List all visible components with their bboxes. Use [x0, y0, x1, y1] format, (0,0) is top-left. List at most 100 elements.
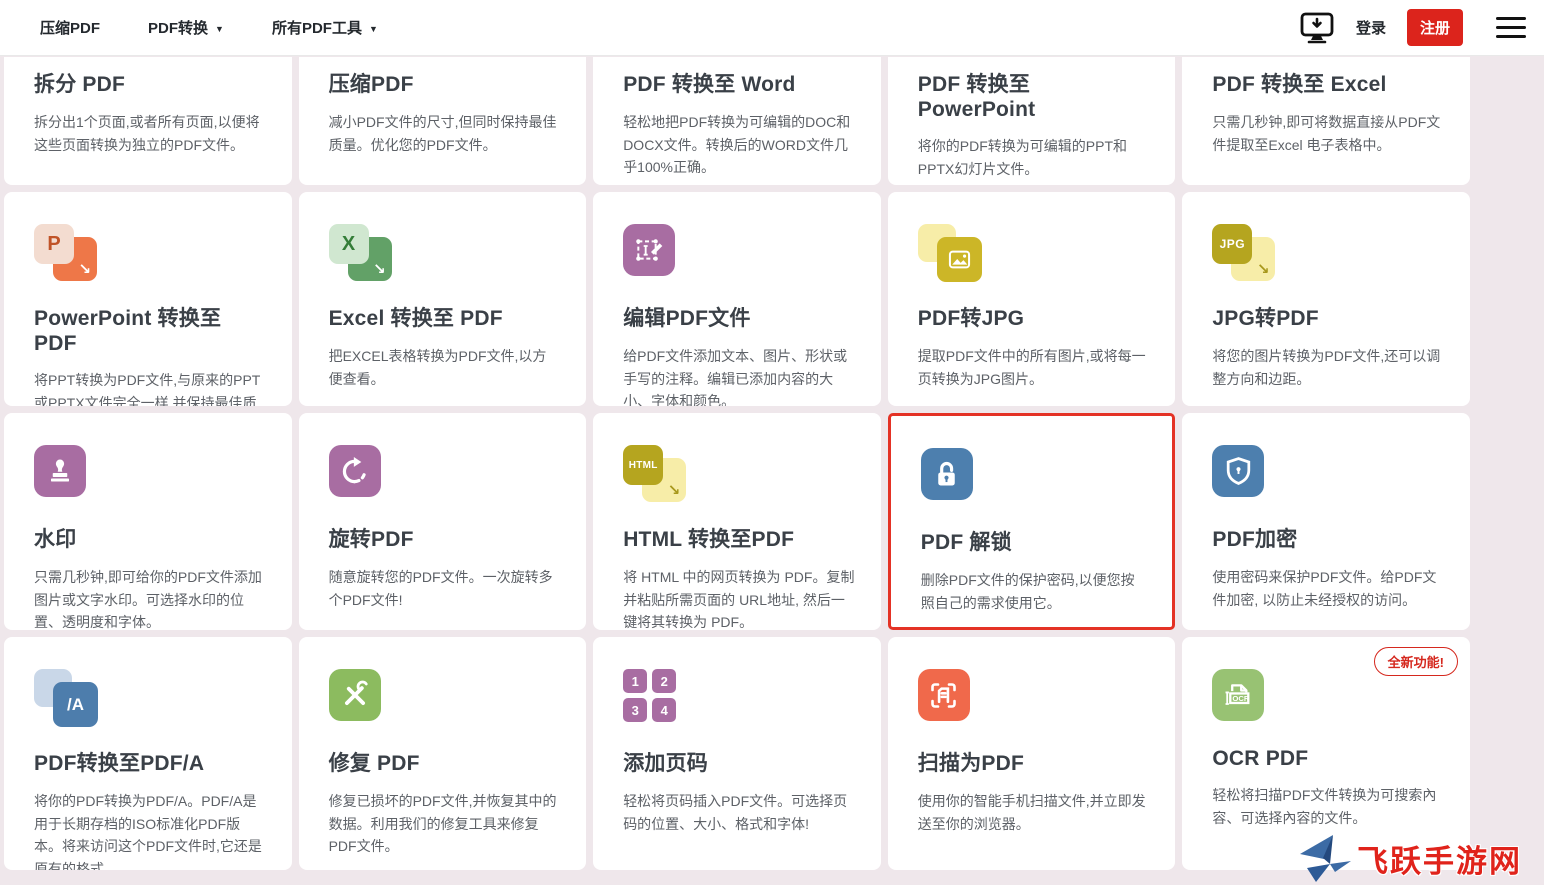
tool-card-rotate-pdf[interactable]: 旋转PDF 随意旋转您的PDF文件。一次旋转多个PDF文件! — [298, 413, 587, 630]
scan-frame-glyph — [931, 682, 957, 708]
tool-description: 轻松将页码插入PDF文件。可选择页码的位置、大小、格式和字体! — [623, 793, 848, 832]
convert-arrow-icon: ↘ — [373, 261, 386, 278]
powerpoint-to-pdf-icon: ↘ P — [34, 224, 266, 282]
tool-title: 水印 — [34, 528, 77, 551]
tool-title: PDF转JPG — [917, 307, 1025, 330]
tool-title: 扫描为PDF — [917, 752, 1024, 775]
jpg-label: JPG — [1212, 224, 1253, 264]
nav-item-compress-pdf[interactable]: 压缩PDF — [40, 17, 100, 38]
tool-title: OCR PDF — [1212, 747, 1309, 770]
protect-pdf-icon — [1212, 445, 1444, 503]
chevron-down-icon: ▼ — [368, 23, 378, 34]
tool-card-unlock-pdf[interactable]: PDF 解锁 删除PDF文件的保护密码,以便您按照自己的需求使用它。 — [887, 413, 1176, 630]
hamburger-menu-icon[interactable] — [1496, 17, 1526, 38]
tool-description: 只需几秒钟,即可将数据直接从PDF文件提取至Excel 电子表格中。 — [1212, 114, 1441, 153]
navbar-links: 压缩PDF PDF转换 ▼ 所有PDF工具 ▼ — [40, 17, 378, 38]
tool-description: 使用你的智能手机扫描文件,并立即发送至你的浏览器。 — [917, 793, 1146, 832]
ocr-pdf-icon: OCR — [1212, 669, 1444, 727]
tools-grid: 拆分 PDF 拆分出1个页面,或者所有页面,以便将这些页面转换为独立的PDF文件… — [4, 57, 1470, 870]
tool-title: 旋转PDF — [328, 528, 414, 551]
tool-description: 将PPT转换为PDF文件,与原来的PPT或PPTX文件完全一样,并保持最佳质量。 — [34, 372, 261, 406]
tool-card-pdf-to-jpg[interactable]: ↘ PDF转JPG 提取PDF文件中的所有图片,或将每一页转换为JPG图片。 — [887, 192, 1176, 406]
tool-title: 压缩PDF — [328, 73, 414, 96]
ppt-letter: P — [34, 224, 74, 264]
tool-description: 修复已损坏的PDF文件,并恢复其中的数据。利用我们的修复工具来修复PDF文件。 — [328, 793, 557, 855]
tool-description: 提取PDF文件中的所有图片,或将每一页转换为JPG图片。 — [917, 348, 1146, 387]
tool-description: 轻松将扫描PDF文件转换为可搜索內容、可选择內容的文件。 — [1212, 787, 1437, 826]
tool-description: 拆分出1个页面,或者所有页面,以便将这些页面转换为独立的PDF文件。 — [34, 114, 260, 153]
tool-card-repair-pdf[interactable]: 修复 PDF 修复已损坏的PDF文件,并恢复其中的数据。利用我们的修复工具来修复… — [298, 637, 587, 870]
nav-label: 所有PDF工具 — [271, 20, 362, 37]
tool-card-pdf-to-excel[interactable]: PDF 转换至 Excel 只需几秒钟,即可将数据直接从PDF文件提取至Exce… — [1182, 57, 1470, 185]
edit-annotate-glyph — [636, 239, 663, 261]
ocr-label: OCR — [1233, 694, 1251, 703]
tool-description: 给PDF文件添加文本、图片、形状或手写的注释。编辑已添加内容的大小、字体和颜色。 — [623, 348, 848, 406]
page-number-2: 2 — [652, 669, 677, 693]
tool-card-pdf-to-powerpoint[interactable]: PDF 转换至 PowerPoint 将你的PDF转换为可编辑的PPT和PPTX… — [887, 57, 1176, 185]
html-to-pdf-icon: ↘ HTML — [623, 445, 855, 503]
tool-description: 将你的PDF转换为PDF/A。PDF/A是用于长期存档的ISO标准化PDF版本。… — [34, 793, 262, 870]
nav-item-all-pdf-tools[interactable]: 所有PDF工具 ▼ — [272, 17, 378, 38]
new-feature-badge: 全新功能! — [1373, 647, 1458, 676]
convert-arrow-icon: ↘ — [1256, 261, 1270, 278]
tool-card-split-pdf[interactable]: 拆分 PDF 拆分出1个页面,或者所有页面,以便将这些页面转换为独立的PDF文件… — [4, 57, 292, 185]
tool-card-powerpoint-to-pdf[interactable]: ↘ P PowerPoint 转换至 PDF 将PPT转换为PDF文件,与原来的… — [4, 192, 292, 406]
tool-card-compress-pdf[interactable]: 压缩PDF 减小PDF文件的尺寸,但同时保持最佳质量。优化您的PDF文件。 — [298, 57, 587, 185]
tool-card-html-to-pdf[interactable]: ↘ HTML HTML 转换至PDF 将 HTML 中的网页转换为 PDF。复制… — [593, 413, 881, 630]
tool-description: 减小PDF文件的尺寸,但同时保持最佳质量。优化您的PDF文件。 — [328, 114, 557, 153]
tool-title: PDF转换至PDF/A — [34, 752, 205, 775]
tool-title: PDF 解锁 — [920, 531, 1012, 554]
top-navbar: 压缩PDF PDF转换 ▼ 所有PDF工具 ▼ 登录 注册 — [0, 0, 1544, 56]
convert-arrow-icon: ↘ — [78, 261, 91, 278]
nav-item-pdf-convert[interactable]: PDF转换 ▼ — [148, 17, 224, 38]
tool-description: 将你的PDF转换为可编辑的PPT和PPTX幻灯片文件。 — [917, 138, 1128, 177]
tool-title: PDF 转换至 Excel — [1212, 73, 1387, 96]
register-button[interactable]: 注册 — [1406, 9, 1463, 46]
stamp-glyph — [51, 459, 69, 482]
watermark-stamp-icon — [34, 445, 266, 503]
tool-description: 随意旋转您的PDF文件。一次旋转多个PDF文件! — [328, 569, 553, 608]
pdf-to-jpg-icon: ↘ — [917, 224, 1150, 282]
watermark-text: 飞跃手游网 — [1357, 843, 1522, 879]
tool-card-scan-to-pdf[interactable]: 扫描为PDF 使用你的智能手机扫描文件,并立即发送至你的浏览器。 — [887, 637, 1176, 870]
paper-bird-logo-icon — [1300, 835, 1351, 882]
ocr-document-glyph: OCR — [1225, 684, 1251, 705]
tool-description: 只需几秒钟,即可给你的PDF文件添加图片或文字水印。可选择水印的位置、透明度和字… — [34, 569, 262, 630]
tool-card-pdf-to-word[interactable]: PDF 转换至 Word 轻松地把PDF转换为可编辑的DOC和DOCX文件。转换… — [593, 57, 881, 185]
rotate-pdf-icon — [328, 445, 561, 503]
tool-card-pdf-to-pdfa[interactable]: ↘ /A PDF转换至PDF/A 将你的PDF转换为PDF/A。PDF/A是用于… — [4, 637, 292, 870]
navbar-actions: 登录 注册 — [1299, 9, 1526, 46]
open-padlock-glyph — [938, 461, 956, 485]
tool-title: 修复 PDF — [328, 752, 420, 775]
tool-card-jpg-to-pdf[interactable]: ↘ JPG JPG转PDF 将您的图片转换为PDF文件,还可以调整方向和边距。 — [1182, 192, 1470, 406]
edit-pdf-icon — [623, 224, 855, 282]
page-number-3: 3 — [623, 698, 648, 722]
repair-pdf-icon — [328, 669, 561, 727]
page-number-4: 4 — [652, 698, 677, 722]
desktop-app-download-icon[interactable] — [1299, 11, 1335, 45]
convert-arrow-icon: ↘ — [667, 482, 681, 499]
tool-title: 拆分 PDF — [34, 73, 126, 96]
excel-letter: X — [328, 224, 369, 264]
excel-to-pdf-icon: ↘ X — [328, 224, 561, 282]
image-glyph — [948, 250, 970, 269]
login-button[interactable]: 登录 — [1356, 17, 1386, 38]
shield-lock-glyph — [1226, 456, 1251, 485]
unlock-pdf-icon — [920, 448, 1147, 506]
tool-title: PDF加密 — [1212, 528, 1298, 551]
tool-description: 把EXCEL表格转换为PDF文件,以方便查看。 — [328, 348, 547, 387]
tool-card-edit-pdf[interactable]: 编辑PDF文件 给PDF文件添加文本、图片、形状或手写的注释。编辑已添加内容的大… — [593, 192, 881, 406]
tool-description: 使用密码来保护PDF文件。给PDF文件加密, 以防止未经授权的访问。 — [1212, 569, 1437, 608]
tool-title: 添加页码 — [623, 752, 708, 775]
page-numbers-icon: 1 2 3 4 — [623, 669, 855, 727]
tool-card-page-numbers[interactable]: 1 2 3 4 添加页码 轻松将页码插入PDF文件。可选择页码的位置、大小、格式… — [593, 637, 881, 870]
tool-card-excel-to-pdf[interactable]: ↘ X Excel 转换至 PDF 把EXCEL表格转换为PDF文件,以方便查看… — [298, 192, 587, 406]
tool-description: 删除PDF文件的保护密码,以便您按照自己的需求使用它。 — [920, 572, 1135, 611]
nav-label: PDF转换 — [148, 20, 209, 37]
rotate-arrow-glyph — [342, 456, 366, 483]
tool-card-watermark[interactable]: 水印 只需几秒钟,即可给你的PDF文件添加图片或文字水印。可选择水印的位置、透明… — [4, 413, 292, 630]
page-number-1: 1 — [623, 669, 648, 693]
tool-card-protect-pdf[interactable]: PDF加密 使用密码来保护PDF文件。给PDF文件加密, 以防止未经授权的访问。 — [1182, 413, 1470, 630]
tool-title: 编辑PDF文件 — [623, 307, 751, 330]
tool-title: PowerPoint 转换至 PDF — [34, 307, 222, 355]
